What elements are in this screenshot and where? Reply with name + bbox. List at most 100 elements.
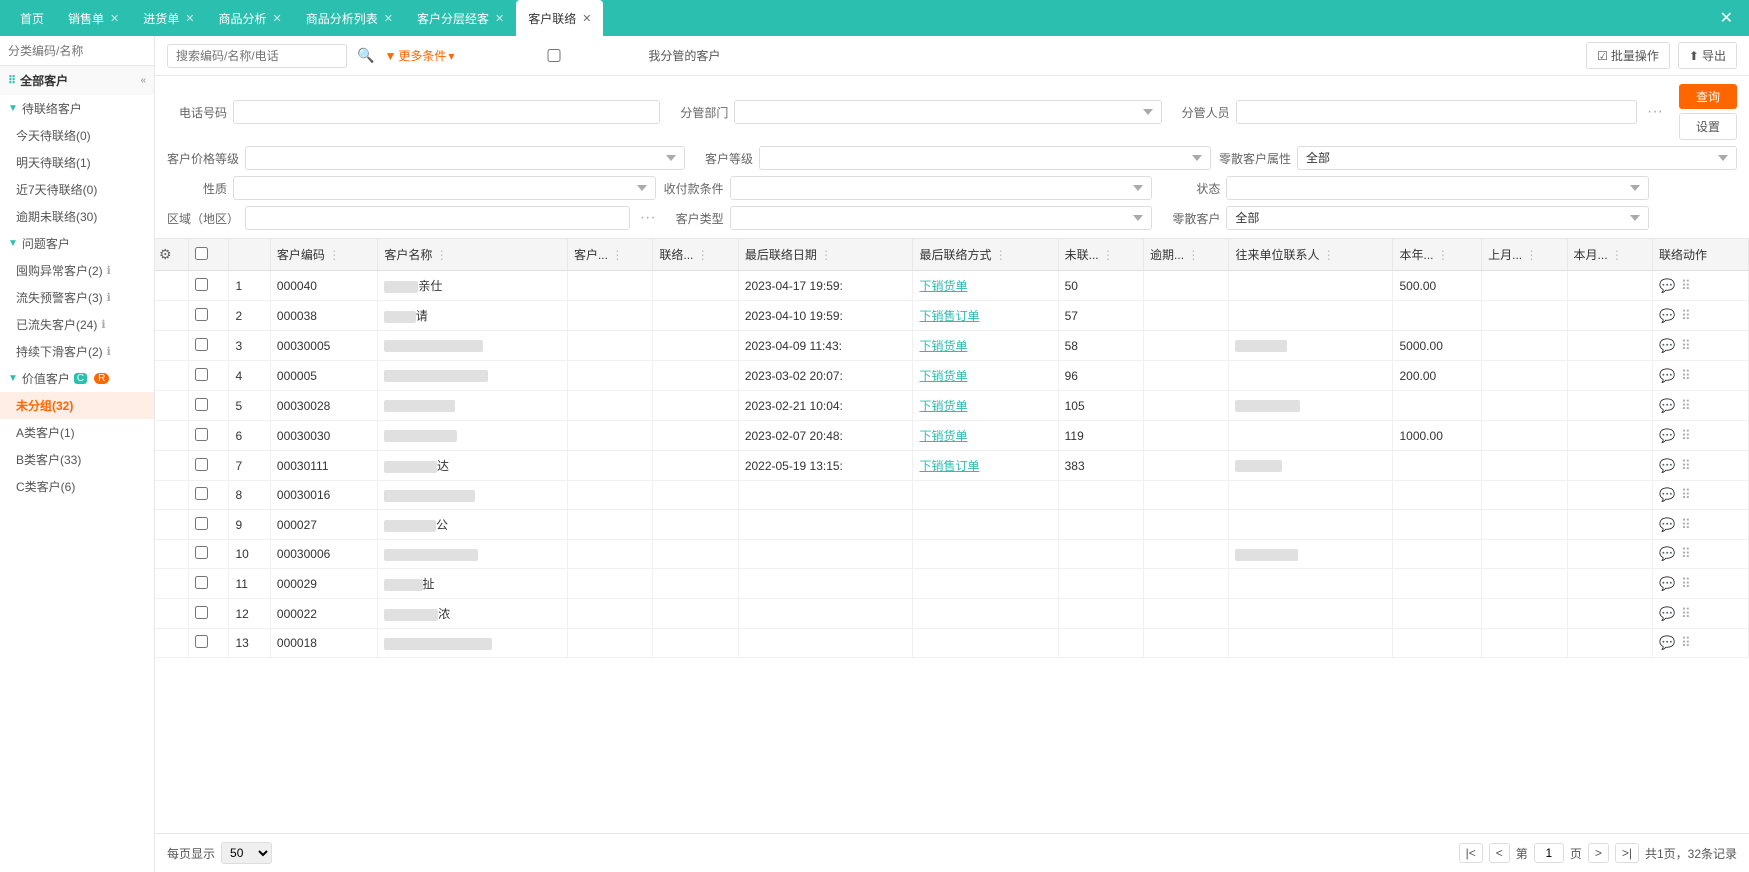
tab-customer-segment[interactable]: 客户分层经客 ✕ xyxy=(405,0,516,36)
grid-action-icon[interactable]: ⠿ xyxy=(1681,546,1691,562)
batch-operations-button[interactable]: ☑ 批量操作 xyxy=(1586,42,1670,69)
col-name[interactable]: 客户名称 ⋮ xyxy=(378,239,568,271)
region-dots[interactable]: ··· xyxy=(640,209,656,227)
tab-bar-close-all[interactable]: ✕ xyxy=(1712,8,1741,28)
col-type-resizer[interactable]: ⋮ xyxy=(611,248,615,262)
row-checkbox[interactable] xyxy=(195,606,208,619)
message-icon[interactable]: 💬 xyxy=(1659,635,1675,651)
grid-action-icon[interactable]: ⠿ xyxy=(1681,458,1691,474)
per-page-select[interactable]: 50 100 200 xyxy=(221,842,272,864)
message-icon[interactable]: 💬 xyxy=(1659,368,1675,384)
tab-customer-contact-close[interactable]: ✕ xyxy=(582,12,591,25)
sidebar-item-hoarding[interactable]: 囤购异常客户(2) ℹ xyxy=(0,257,154,284)
grid-action-icon[interactable]: ⠿ xyxy=(1681,635,1691,651)
sidebar-item-declining[interactable]: 持续下滑客户(2) ℹ xyxy=(0,338,154,365)
grid-action-icon[interactable]: ⠿ xyxy=(1681,517,1691,533)
col-last-contact-method[interactable]: 最后联络方式 ⋮ xyxy=(913,239,1058,271)
col-checkbox[interactable] xyxy=(188,239,229,271)
sidebar-item-churned[interactable]: 已流失客户(24) ℹ xyxy=(0,311,154,338)
last-page-button[interactable]: >| xyxy=(1615,843,1639,863)
message-icon[interactable]: 💬 xyxy=(1659,338,1675,354)
prev-page-button[interactable]: < xyxy=(1489,843,1510,863)
tab-customer-segment-close[interactable]: ✕ xyxy=(495,12,504,25)
sidebar-item-churn-warn[interactable]: 流失预警客户(3) ℹ xyxy=(0,284,154,311)
col-method-resizer[interactable]: ⋮ xyxy=(995,248,999,262)
more-conditions-button[interactable]: ▼ 更多条件 ▾ xyxy=(384,47,454,64)
row-checkbox[interactable] xyxy=(195,428,208,441)
search-button[interactable]: 🔍 xyxy=(357,47,374,64)
reset-button[interactable]: 设置 xyxy=(1679,113,1737,140)
row-checkbox[interactable] xyxy=(195,398,208,411)
row-checkbox[interactable] xyxy=(195,576,208,589)
row-checkbox[interactable] xyxy=(195,368,208,381)
sidebar-item-a-class[interactable]: A类客户(1) xyxy=(0,419,154,446)
message-icon[interactable]: 💬 xyxy=(1659,517,1675,533)
my-customers-checkbox[interactable]: 我分管的客户 xyxy=(464,47,720,64)
retail-customer-select[interactable]: 全部 xyxy=(1226,206,1649,230)
region-input[interactable] xyxy=(245,206,630,230)
grid-action-icon[interactable]: ⠿ xyxy=(1681,398,1691,414)
contact-method-link[interactable]: 下销售订单 xyxy=(919,459,979,473)
tab-purchase[interactable]: 进货单 ✕ xyxy=(131,0,206,36)
tab-purchase-close[interactable]: ✕ xyxy=(185,12,194,25)
row-checkbox[interactable] xyxy=(195,458,208,471)
col-nocontact-resizer[interactable]: ⋮ xyxy=(1102,248,1106,262)
nature-select[interactable] xyxy=(233,176,656,200)
grid-action-icon[interactable]: ⠿ xyxy=(1681,606,1691,622)
gear-icon[interactable]: ⚙ xyxy=(159,246,172,262)
grid-action-icon[interactable]: ⠿ xyxy=(1681,278,1691,294)
col-code[interactable]: 客户编码 ⋮ xyxy=(270,239,377,271)
col-date-resizer[interactable]: ⋮ xyxy=(820,248,824,262)
col-action[interactable]: 联络动作 xyxy=(1652,239,1748,271)
search-input[interactable] xyxy=(167,44,347,68)
contact-method-link[interactable]: 下销货单 xyxy=(919,429,967,443)
price-level-select[interactable] xyxy=(245,146,685,170)
message-icon[interactable]: 💬 xyxy=(1659,606,1675,622)
sidebar-item-overdue[interactable]: 逾期未联络(30) xyxy=(0,203,154,230)
tab-product-analysis-close[interactable]: ✕ xyxy=(273,12,282,25)
staff-dots[interactable]: ··· xyxy=(1647,103,1663,121)
col-last-month[interactable]: 上月... ⋮ xyxy=(1482,239,1567,271)
contact-method-link[interactable]: 下销货单 xyxy=(919,399,967,413)
col-thismonth-resizer[interactable]: ⋮ xyxy=(1611,248,1615,262)
row-checkbox[interactable] xyxy=(195,517,208,530)
customer-level-select[interactable] xyxy=(759,146,1211,170)
grid-action-icon[interactable]: ⠿ xyxy=(1681,428,1691,444)
col-contact-resizer[interactable]: ⋮ xyxy=(697,248,701,262)
message-icon[interactable]: 💬 xyxy=(1659,546,1675,562)
sidebar-problem-section[interactable]: ▼ 问题客户 xyxy=(0,230,154,257)
row-checkbox[interactable] xyxy=(195,278,208,291)
grid-action-icon[interactable]: ⠿ xyxy=(1681,487,1691,503)
sidebar-search-input[interactable] xyxy=(8,44,155,58)
collapse-icon[interactable]: « xyxy=(140,75,146,86)
contact-method-link[interactable]: 下销售订单 xyxy=(919,309,979,323)
col-lastmonth-resizer[interactable]: ⋮ xyxy=(1525,248,1529,262)
col-unit-resizer[interactable]: ⋮ xyxy=(1323,248,1327,262)
message-icon[interactable]: 💬 xyxy=(1659,428,1675,444)
row-checkbox[interactable] xyxy=(195,546,208,559)
contact-method-link[interactable]: 下销货单 xyxy=(919,369,967,383)
sidebar-item-b-class[interactable]: B类客户(33) xyxy=(0,446,154,473)
retail-attr-select[interactable]: 全部 xyxy=(1297,146,1737,170)
sidebar-item-tomorrow[interactable]: 明天待联络(1) xyxy=(0,149,154,176)
message-icon[interactable]: 💬 xyxy=(1659,398,1675,414)
grid-action-icon[interactable]: ⠿ xyxy=(1681,576,1691,592)
page-input[interactable] xyxy=(1534,843,1564,863)
sidebar-item-7days[interactable]: 近7天待联络(0) xyxy=(0,176,154,203)
col-settings[interactable]: ⚙ xyxy=(155,239,188,271)
row-checkbox[interactable] xyxy=(195,635,208,648)
tab-product-analysis[interactable]: 商品分析 ✕ xyxy=(206,0,293,36)
message-icon[interactable]: 💬 xyxy=(1659,576,1675,592)
message-icon[interactable]: 💬 xyxy=(1659,278,1675,294)
message-icon[interactable]: 💬 xyxy=(1659,487,1675,503)
col-overdue[interactable]: 逾期... ⋮ xyxy=(1144,239,1229,271)
contact-method-link[interactable]: 下销货单 xyxy=(919,279,967,293)
col-this-year[interactable]: 本年... ⋮ xyxy=(1393,239,1482,271)
grid-action-icon[interactable]: ⠿ xyxy=(1681,338,1691,354)
status-select[interactable] xyxy=(1226,176,1649,200)
col-code-resizer[interactable]: ⋮ xyxy=(328,248,332,262)
tab-sales-close[interactable]: ✕ xyxy=(110,12,119,25)
row-checkbox[interactable] xyxy=(195,308,208,321)
query-button[interactable]: 查询 xyxy=(1679,84,1737,109)
col-unit-contact[interactable]: 往来单位联系人 ⋮ xyxy=(1229,239,1393,271)
